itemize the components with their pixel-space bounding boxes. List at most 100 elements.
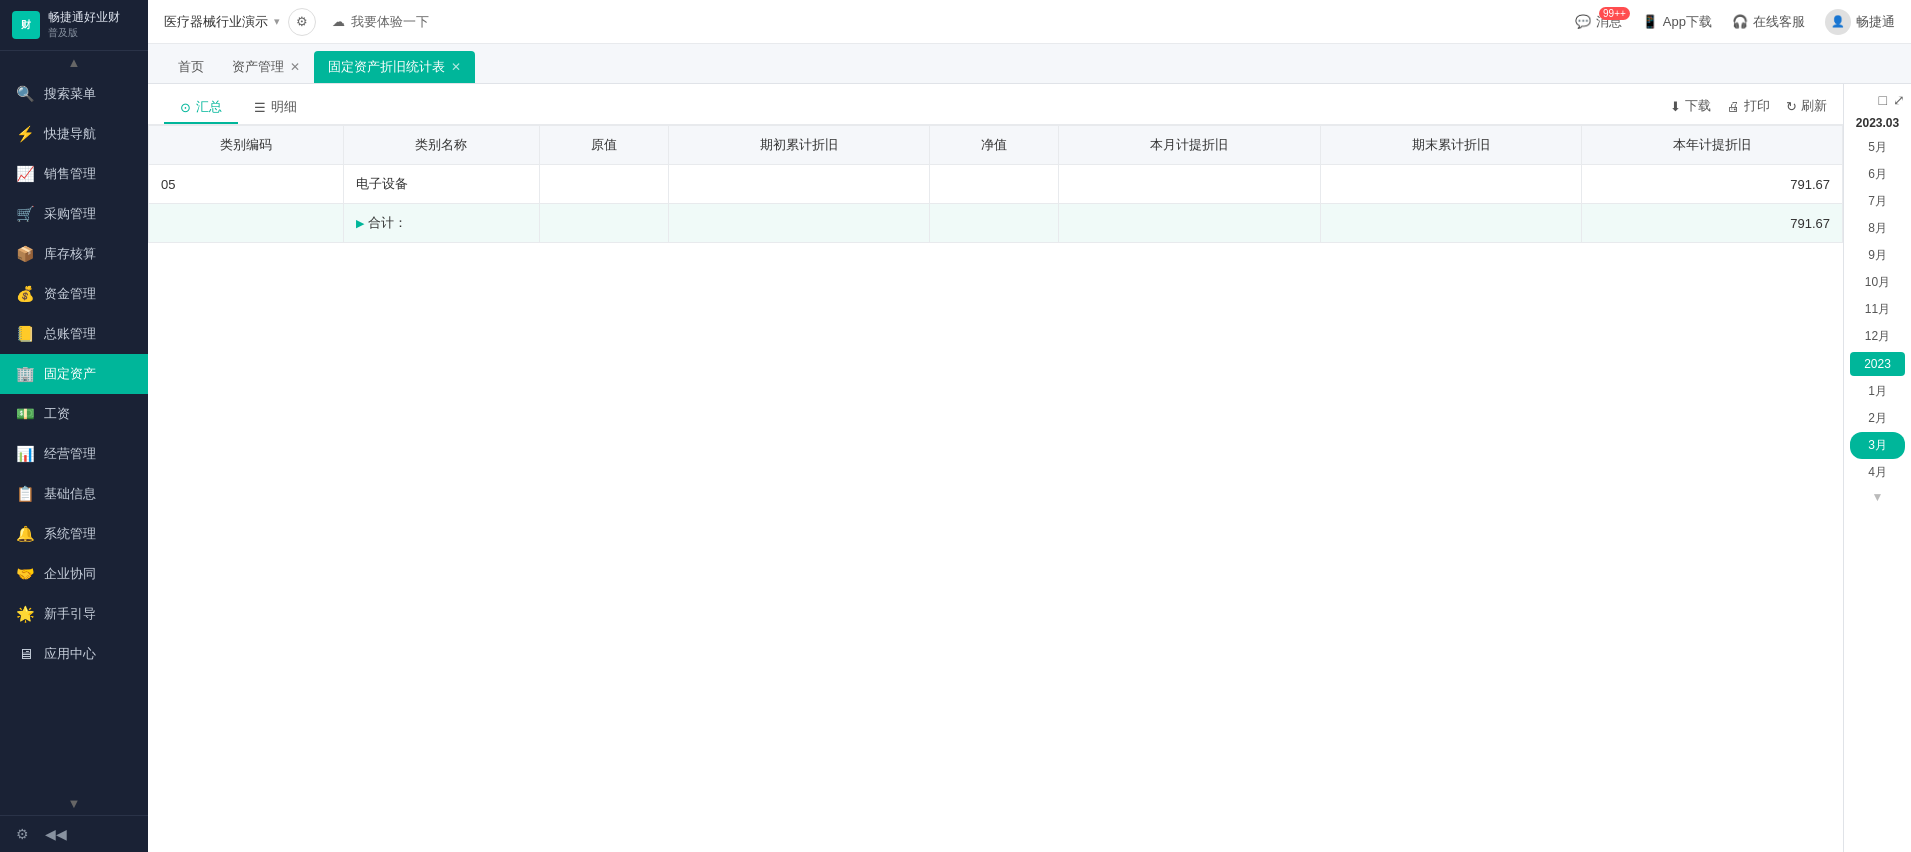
tabs-bar: 首页 资产管理 ✕ 固定资产折旧统计表 ✕: [148, 44, 1911, 84]
cell-code: 05: [149, 165, 344, 204]
subtotal-net: [930, 204, 1059, 243]
topbar-settings-button[interactable]: ⚙: [288, 8, 316, 36]
col-header-period-end: 期末累计折旧: [1320, 126, 1581, 165]
app-edition: 普及版: [48, 26, 120, 40]
sidebar-item-fixed-assets[interactable]: 🏢 固定资产: [0, 354, 148, 394]
cell-monthly-dep: [1059, 165, 1320, 204]
monitor-icon: 🖥: [16, 645, 34, 662]
sidebar-item-ledger[interactable]: 📒 总账管理: [0, 314, 148, 354]
topbar-right: 💬 消息 99+ 📱 App下载 🎧 在线客服 👤 畅捷通: [1575, 9, 1895, 35]
sidebar-item-finance[interactable]: 💰 资金管理: [0, 274, 148, 314]
sidebar: 财 畅捷通好业财 普及版 ▲ 🔍 搜索菜单 ⚡ 快捷导航 📈 销售管理 🛒 采购…: [0, 0, 148, 852]
panel-minimize-icon[interactable]: □: [1879, 92, 1887, 108]
subtotal-initial-accum: [668, 204, 929, 243]
month-7[interactable]: 7月: [1844, 188, 1911, 215]
message-icon: 💬: [1575, 14, 1591, 29]
settings-bottom-icon[interactable]: ⚙: [16, 826, 29, 842]
cloud-icon: ☁: [332, 14, 345, 29]
message-button[interactable]: 💬 消息 99+: [1575, 13, 1622, 31]
sub-tab-actions: ⬇ 下载 🖨 打印 ↻ 刷新: [1670, 97, 1827, 119]
sidebar-item-quicknav[interactable]: ⚡ 快捷导航: [0, 114, 148, 154]
month-2[interactable]: 2月: [1844, 405, 1911, 432]
topbar: 医疗器械行业演示 ▾ ⚙ ☁ 我要体验一下 💬 消息 99+ 📱 App下载 🎧…: [148, 0, 1911, 44]
sub-tab-summary[interactable]: ⊙ 汇总: [164, 92, 238, 124]
headset-icon: 🎧: [1732, 14, 1748, 29]
tab-home[interactable]: 首页: [164, 51, 218, 83]
content-wrapper: ⊙ 汇总 ☰ 明细 ⬇ 下载 🖨 打印: [148, 84, 1911, 852]
info-icon: 📋: [16, 485, 34, 503]
col-header-original: 原值: [539, 126, 668, 165]
subtotal-original: [539, 204, 668, 243]
panel-expand-icon[interactable]: ⤢: [1893, 92, 1905, 108]
subtotal-monthly-dep: [1059, 204, 1320, 243]
month-9[interactable]: 9月: [1844, 242, 1911, 269]
sidebar-item-system[interactable]: 🔔 系统管理: [0, 514, 148, 554]
month-6[interactable]: 6月: [1844, 161, 1911, 188]
collapse-icon[interactable]: ◀◀: [45, 826, 67, 842]
tab-depreciation[interactable]: 固定资产折旧统计表 ✕: [314, 51, 475, 83]
cell-initial-accum: [668, 165, 929, 204]
month-11[interactable]: 11月: [1844, 296, 1911, 323]
avatar: 👤: [1825, 9, 1851, 35]
download-button[interactable]: ⬇ 下载: [1670, 97, 1711, 115]
sidebar-item-search[interactable]: 🔍 搜索菜单: [0, 74, 148, 114]
col-header-monthly-dep: 本月计提折旧: [1059, 126, 1320, 165]
year-current-badge[interactable]: 2023: [1850, 352, 1905, 376]
tab-asset-mgmt-close[interactable]: ✕: [290, 61, 300, 73]
month-8[interactable]: 8月: [1844, 215, 1911, 242]
experience-button[interactable]: ☁ 我要体验一下: [332, 13, 429, 31]
ops-icon: 📊: [16, 445, 34, 463]
col-header-name: 类别名称: [344, 126, 539, 165]
book-icon: 📒: [16, 325, 34, 343]
box-icon: 📦: [16, 245, 34, 263]
prev-year-period: 2023.03: [1856, 112, 1899, 134]
download-icon: ⬇: [1670, 99, 1681, 114]
sidebar-item-operation[interactable]: 📊 经营管理: [0, 434, 148, 474]
month-5[interactable]: 5月: [1844, 134, 1911, 161]
sidebar-item-corp[interactable]: 🤝 企业协同: [0, 554, 148, 594]
print-button[interactable]: 🖨 打印: [1727, 97, 1770, 115]
col-header-initial-accum: 期初累计折旧: [668, 126, 929, 165]
company-selector[interactable]: 医疗器械行业演示 ▾: [164, 13, 280, 31]
sidebar-item-inventory[interactable]: 📦 库存核算: [0, 234, 148, 274]
star-icon: 🌟: [16, 605, 34, 623]
user-menu[interactable]: 👤 畅捷通: [1825, 9, 1895, 35]
cell-name: 电子设备: [344, 165, 539, 204]
sub-tab-detail[interactable]: ☰ 明细: [238, 92, 313, 124]
bell-icon: 🔔: [16, 525, 34, 543]
detail-icon: ☰: [254, 100, 266, 115]
sidebar-item-basic[interactable]: 📋 基础信息: [0, 474, 148, 514]
tab-depreciation-close[interactable]: ✕: [451, 61, 461, 73]
tab-asset-mgmt[interactable]: 资产管理 ✕: [218, 51, 314, 83]
company-name: 医疗器械行业演示: [164, 13, 268, 31]
panel-header: □ ⤢: [1844, 92, 1911, 112]
cell-annual-dep: 791.67: [1581, 165, 1842, 204]
sidebar-scroll-up[interactable]: ▲: [0, 51, 148, 74]
expand-icon[interactable]: ▶: [356, 217, 364, 230]
cart-icon: 🛒: [16, 205, 34, 223]
sidebar-item-purchase[interactable]: 🛒 采购管理: [0, 194, 148, 234]
subtotal-annual-dep: 791.67: [1581, 204, 1842, 243]
sidebar-item-payroll[interactable]: 💵 工资: [0, 394, 148, 434]
online-service-button[interactable]: 🎧 在线客服: [1732, 13, 1805, 31]
panel-scroll-down-icon[interactable]: ▼: [1868, 486, 1888, 508]
main-area: 医疗器械行业演示 ▾ ⚙ ☁ 我要体验一下 💬 消息 99+ 📱 App下载 🎧…: [148, 0, 1911, 852]
cell-net: [930, 165, 1059, 204]
month-10[interactable]: 10月: [1844, 269, 1911, 296]
month-12[interactable]: 12月: [1844, 323, 1911, 350]
sidebar-item-sales[interactable]: 📈 销售管理: [0, 154, 148, 194]
app-download-button[interactable]: 📱 App下载: [1642, 13, 1712, 31]
sidebar-item-appcenter[interactable]: 🖥 应用中心: [0, 634, 148, 674]
sidebar-scroll-down[interactable]: ▼: [0, 792, 148, 815]
content-area: ⊙ 汇总 ☰ 明细 ⬇ 下载 🖨 打印: [148, 84, 1843, 852]
message-badge: 99+: [1599, 7, 1630, 20]
app-name: 畅捷通好业财: [48, 10, 120, 26]
sidebar-item-guide[interactable]: 🌟 新手引导: [0, 594, 148, 634]
month-4[interactable]: 4月: [1844, 459, 1911, 486]
month-1[interactable]: 1月: [1844, 378, 1911, 405]
table-row: 05 电子设备 791.67: [149, 165, 1843, 204]
month-3-active[interactable]: 3月: [1850, 432, 1905, 459]
refresh-button[interactable]: ↻ 刷新: [1786, 97, 1827, 115]
phone-icon: 📱: [1642, 14, 1658, 29]
right-panel: □ ⤢ 2023.03 5月 6月 7月 8月 9月 10月 11月 12月 2…: [1843, 84, 1911, 852]
